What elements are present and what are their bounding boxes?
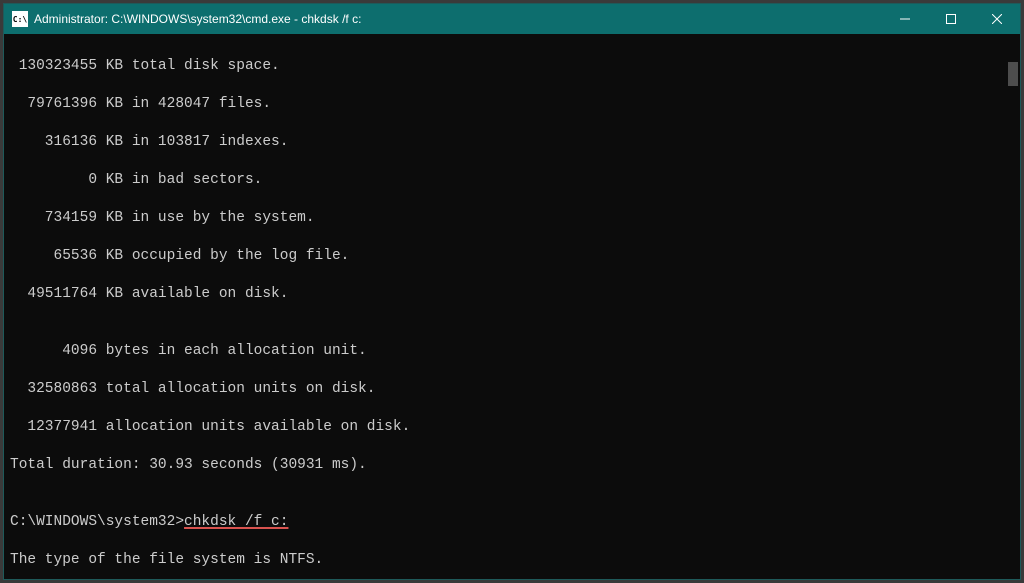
minimize-button[interactable] — [882, 4, 928, 34]
scrollbar-thumb[interactable] — [1008, 62, 1018, 86]
output-line: 32580863 total allocation units on disk. — [10, 380, 1014, 399]
output-line: 79761396 KB in 428047 files. — [10, 95, 1014, 114]
terminal-output[interactable]: 130323455 KB total disk space. 79761396 … — [4, 34, 1020, 579]
output-line: Total duration: 30.93 seconds (30931 ms)… — [10, 456, 1014, 475]
scrollbar-track[interactable] — [1006, 34, 1020, 579]
output-line: 130323455 KB total disk space. — [10, 57, 1014, 76]
cmd-icon: C:\ — [12, 11, 28, 27]
titlebar[interactable]: C:\ Administrator: C:\WINDOWS\system32\c… — [4, 4, 1020, 34]
output-line: 49511764 KB available on disk. — [10, 285, 1014, 304]
prompt-line: C:\WINDOWS\system32>chkdsk /f c: — [10, 513, 1014, 532]
typed-command: chkdsk /f c: — [184, 514, 288, 530]
output-line: 316136 KB in 103817 indexes. — [10, 133, 1014, 152]
output-line: 0 KB in bad sectors. — [10, 171, 1014, 190]
cmd-window: C:\ Administrator: C:\WINDOWS\system32\c… — [3, 3, 1021, 580]
close-button[interactable] — [974, 4, 1020, 34]
prompt-path: C:\WINDOWS\system32> — [10, 514, 184, 530]
output-line: 734159 KB in use by the system. — [10, 209, 1014, 228]
window-title: Administrator: C:\WINDOWS\system32\cmd.e… — [34, 12, 882, 26]
output-line: 4096 bytes in each allocation unit. — [10, 342, 1014, 361]
output-line: The type of the file system is NTFS. — [10, 551, 1014, 570]
output-line: 12377941 allocation units available on d… — [10, 418, 1014, 437]
window-controls — [882, 4, 1020, 34]
maximize-button[interactable] — [928, 4, 974, 34]
output-line: 65536 KB occupied by the log file. — [10, 247, 1014, 266]
